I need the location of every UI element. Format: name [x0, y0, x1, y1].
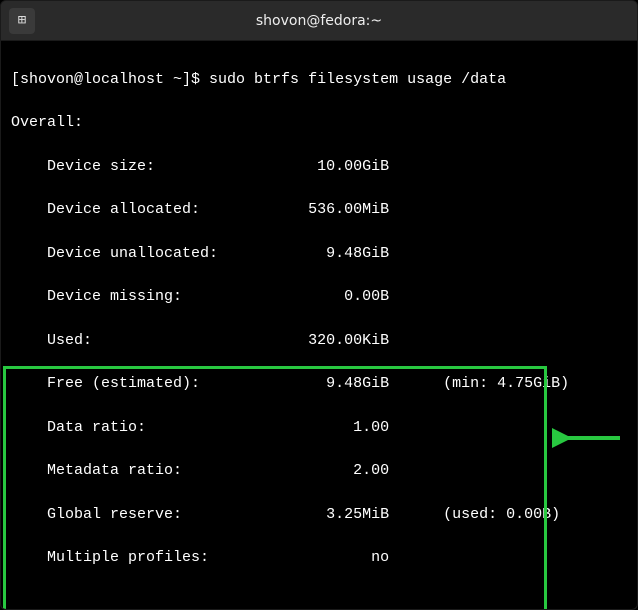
new-tab-icon: ⊞: [18, 12, 26, 29]
blank-line: [11, 591, 627, 610]
new-tab-button[interactable]: ⊞: [9, 8, 35, 34]
stat-line: Data ratio: 1.00: [11, 417, 627, 439]
stat-line: Free (estimated): 9.48GiB (min: 4.75GiB): [11, 373, 627, 395]
stat-line: Device missing: 0.00B: [11, 286, 627, 308]
stat-line: Device size: 10.00GiB: [11, 156, 627, 178]
prompt-line: [shovon@localhost ~]$ sudo btrfs filesys…: [11, 69, 627, 91]
stat-line: Device allocated: 536.00MiB: [11, 199, 627, 221]
command: sudo btrfs filesystem usage /data: [209, 71, 506, 88]
titlebar: ⊞ shovon@fedora:~: [1, 1, 637, 41]
terminal-window: ⊞ shovon@fedora:~ [shovon@localhost ~]$ …: [0, 0, 638, 610]
terminal-content[interactable]: [shovon@localhost ~]$ sudo btrfs filesys…: [1, 41, 637, 610]
stat-line: Global reserve: 3.25MiB (used: 0.00B): [11, 504, 627, 526]
prompt: [shovon@localhost ~]$: [11, 71, 209, 88]
stat-line: Metadata ratio: 2.00: [11, 460, 627, 482]
stat-line: Device unallocated: 9.48GiB: [11, 243, 627, 265]
stat-line: Used: 320.00KiB: [11, 330, 627, 352]
stat-line: Multiple profiles: no: [11, 547, 627, 569]
overall-label: Overall:: [11, 112, 627, 134]
highlight-box: [3, 366, 547, 610]
window-title: shovon@fedora:~: [35, 13, 603, 29]
